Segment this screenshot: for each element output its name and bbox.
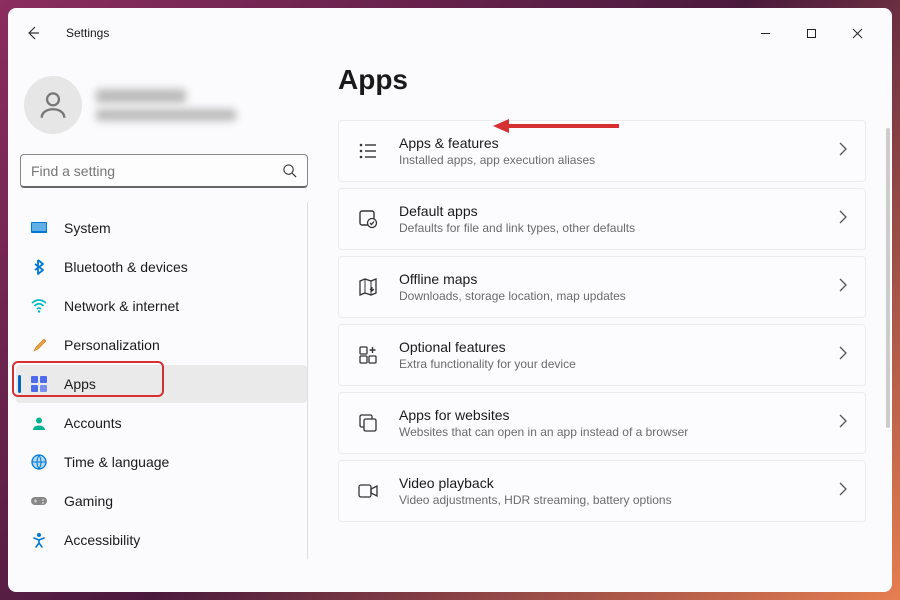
sidebar-item-label: Gaming <box>64 493 113 509</box>
apps-icon <box>30 375 48 393</box>
back-button[interactable] <box>20 20 46 46</box>
list-icon <box>357 140 379 162</box>
card-content: Optional features Extra functionality fo… <box>399 339 819 371</box>
chevron-right-icon <box>839 142 847 161</box>
brush-icon <box>30 336 48 354</box>
page-title: Apps <box>338 64 872 96</box>
sidebar-item-time-language[interactable]: Time & language <box>16 443 307 481</box>
maximize-button[interactable] <box>788 17 834 49</box>
chevron-right-icon <box>839 210 847 229</box>
sidebar-item-system[interactable]: System <box>16 209 307 247</box>
sidebar-item-label: Network & internet <box>64 298 179 314</box>
card-subtitle: Installed apps, app execution aliases <box>399 153 819 167</box>
card-video-playback[interactable]: Video playback Video adjustments, HDR st… <box>338 460 866 522</box>
card-content: Apps & features Installed apps, app exec… <box>399 135 819 167</box>
close-button[interactable] <box>834 17 880 49</box>
card-title: Video playback <box>399 475 819 491</box>
card-subtitle: Websites that can open in an app instead… <box>399 425 819 439</box>
close-icon <box>852 28 863 39</box>
optional-icon <box>357 344 379 366</box>
sidebar-item-label: Personalization <box>64 337 160 353</box>
globe-icon <box>30 453 48 471</box>
card-title: Offline maps <box>399 271 819 287</box>
card-title: Apps for websites <box>399 407 819 423</box>
sidebar-item-accessibility[interactable]: Accessibility <box>16 521 307 559</box>
person-icon <box>36 88 70 122</box>
sidebar: System Bluetooth & devices Network & int… <box>8 54 316 592</box>
card-content: Default apps Defaults for file and link … <box>399 203 819 235</box>
window-title: Settings <box>66 26 742 40</box>
sidebar-item-gaming[interactable]: Gaming <box>16 482 307 520</box>
sidebar-item-label: Accounts <box>64 415 122 431</box>
accounts-icon <box>30 414 48 432</box>
wifi-icon <box>30 297 48 315</box>
sidebar-item-accounts[interactable]: Accounts <box>16 404 307 442</box>
search-box[interactable] <box>20 154 308 188</box>
profile-text <box>96 89 236 121</box>
chevron-right-icon <box>839 346 847 365</box>
nav-list: System Bluetooth & devices Network & int… <box>16 202 308 559</box>
minimize-button[interactable] <box>742 17 788 49</box>
sidebar-item-label: Bluetooth & devices <box>64 259 188 275</box>
sidebar-item-label: Apps <box>64 376 96 392</box>
card-title: Optional features <box>399 339 819 355</box>
sidebar-item-label: System <box>64 220 111 236</box>
sidebar-item-bluetooth[interactable]: Bluetooth & devices <box>16 248 307 286</box>
profile-section[interactable] <box>16 62 312 154</box>
card-subtitle: Downloads, storage location, map updates <box>399 289 819 303</box>
web-icon <box>357 412 379 434</box>
card-optional-features[interactable]: Optional features Extra functionality fo… <box>338 324 866 386</box>
profile-name-redacted <box>96 89 186 103</box>
avatar <box>24 76 82 134</box>
card-default-apps[interactable]: Default apps Defaults for file and link … <box>338 188 866 250</box>
card-apps-websites[interactable]: Apps for websites Websites that can open… <box>338 392 866 454</box>
card-title: Apps & features <box>399 135 819 151</box>
titlebar: Settings <box>8 8 892 54</box>
minimize-icon <box>760 28 771 39</box>
profile-email-redacted <box>96 109 236 121</box>
card-content: Video playback Video adjustments, HDR st… <box>399 475 819 507</box>
chevron-right-icon <box>839 278 847 297</box>
card-content: Apps for websites Websites that can open… <box>399 407 819 439</box>
card-subtitle: Video adjustments, HDR streaming, batter… <box>399 493 819 507</box>
back-arrow-icon <box>25 25 41 41</box>
sidebar-item-network[interactable]: Network & internet <box>16 287 307 325</box>
body-container: System Bluetooth & devices Network & int… <box>8 54 892 592</box>
chevron-right-icon <box>839 482 847 501</box>
card-subtitle: Defaults for file and link types, other … <box>399 221 819 235</box>
window-controls <box>742 17 880 49</box>
main-content: Apps Apps & features Installed apps, app… <box>316 54 892 592</box>
card-content: Offline maps Downloads, storage location… <box>399 271 819 303</box>
accessibility-icon <box>30 531 48 549</box>
search-input[interactable] <box>31 163 282 179</box>
card-offline-maps[interactable]: Offline maps Downloads, storage location… <box>338 256 866 318</box>
card-title: Default apps <box>399 203 819 219</box>
video-icon <box>357 480 379 502</box>
default-icon <box>357 208 379 230</box>
bluetooth-icon <box>30 258 48 276</box>
settings-window: Settings <box>8 8 892 592</box>
gaming-icon <box>30 492 48 510</box>
card-apps-features[interactable]: Apps & features Installed apps, app exec… <box>338 120 866 182</box>
chevron-right-icon <box>839 414 847 433</box>
sidebar-item-label: Time & language <box>64 454 169 470</box>
maximize-icon <box>806 28 817 39</box>
settings-cards: Apps & features Installed apps, app exec… <box>338 120 872 522</box>
sidebar-item-personalization[interactable]: Personalization <box>16 326 307 364</box>
system-icon <box>30 219 48 237</box>
search-icon <box>282 163 297 178</box>
scrollbar[interactable] <box>886 128 890 428</box>
map-icon <box>357 276 379 298</box>
sidebar-item-label: Accessibility <box>64 532 140 548</box>
sidebar-item-apps[interactable]: Apps <box>16 365 307 403</box>
card-subtitle: Extra functionality for your device <box>399 357 819 371</box>
